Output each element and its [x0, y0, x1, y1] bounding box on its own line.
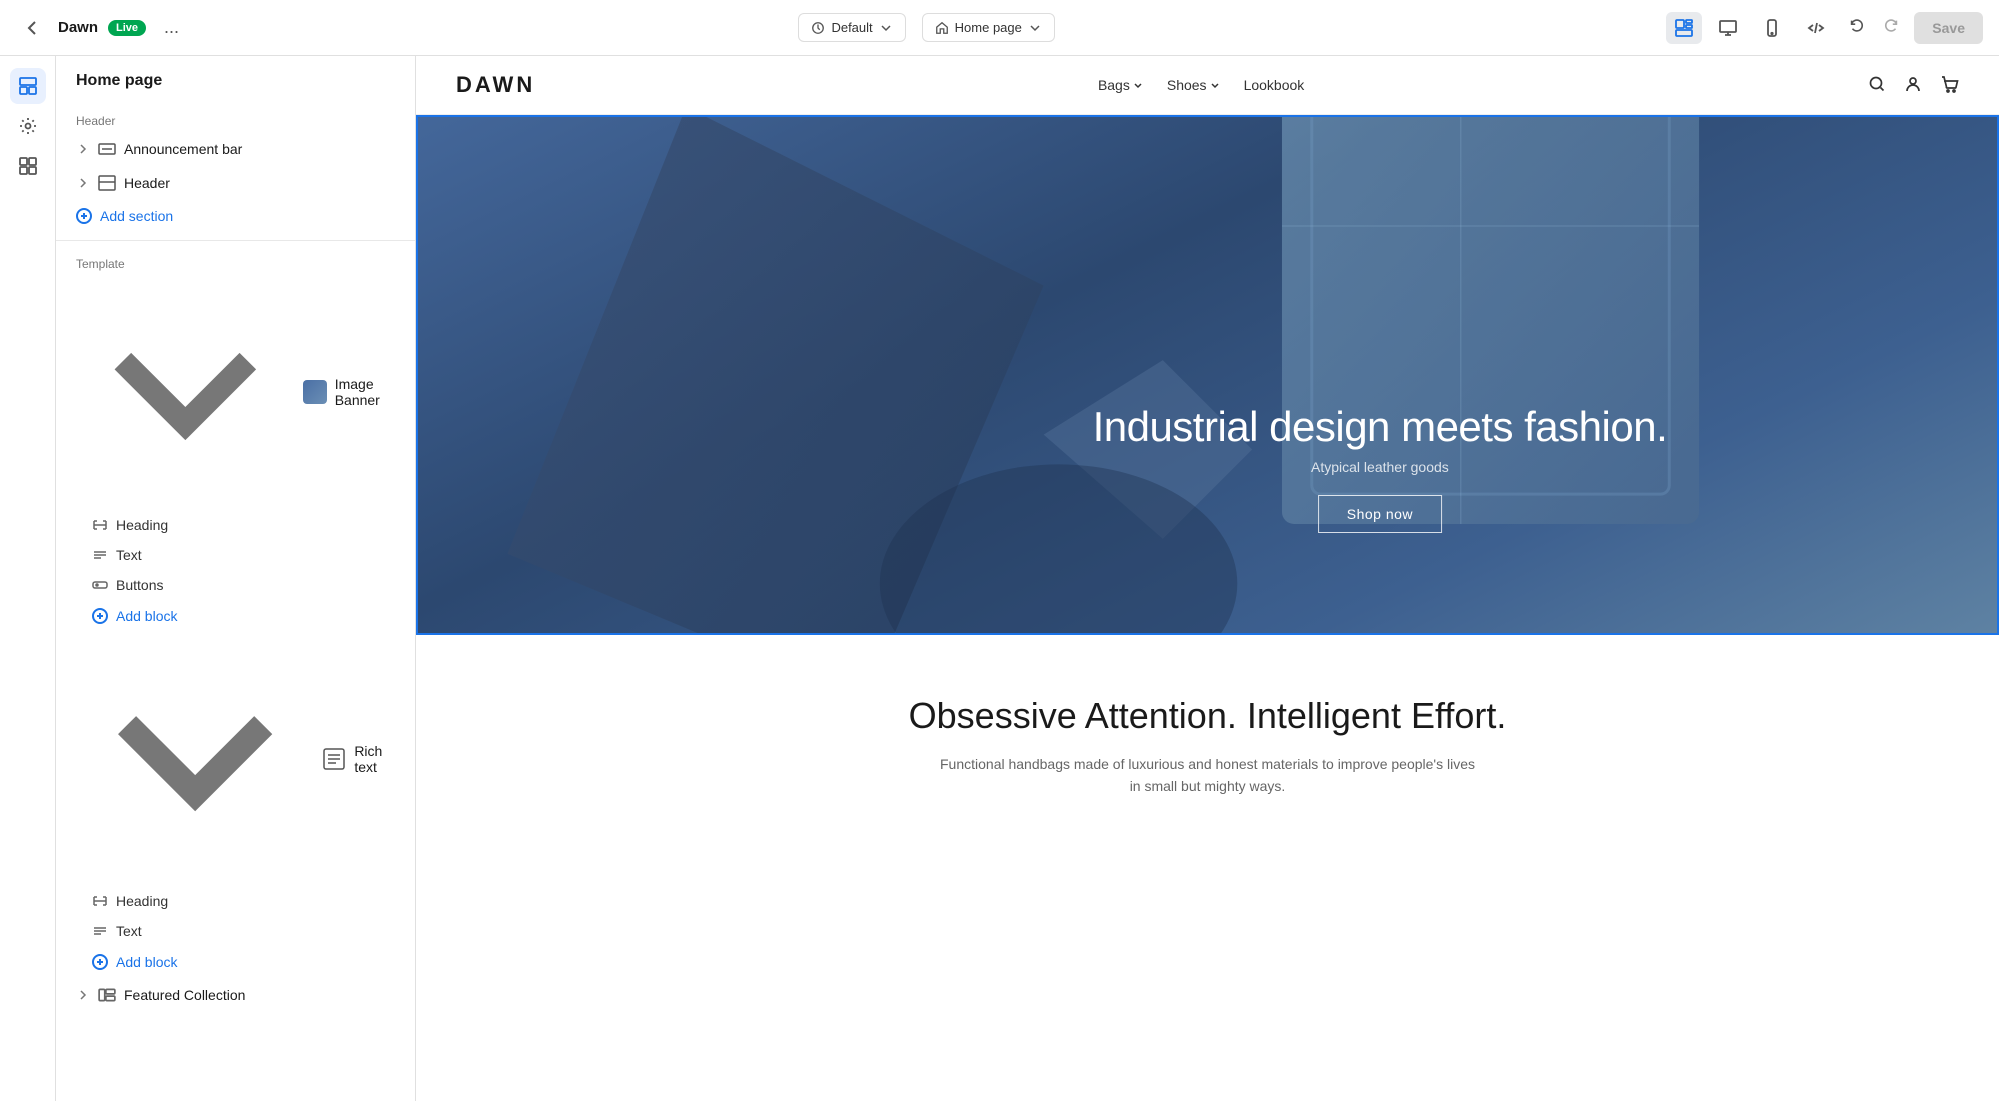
homepage-label: Home page — [955, 20, 1022, 35]
account-button[interactable] — [1903, 74, 1923, 97]
announcement-bar-label: Announcement bar — [124, 141, 242, 157]
plus-circle-icon-3 — [92, 954, 108, 970]
sidebar-item-heading-2[interactable]: Heading — [56, 886, 415, 916]
image-banner-thumb — [303, 380, 327, 404]
search-button[interactable] — [1867, 74, 1887, 97]
text-icon-1 — [92, 547, 108, 563]
sidebar-title: Home page — [56, 72, 415, 106]
add-block-1-button[interactable]: Add block — [56, 600, 415, 632]
chevron-down-shoes-icon — [1210, 80, 1220, 90]
icon-nav — [0, 56, 56, 1101]
desktop-view-button[interactable] — [1710, 12, 1746, 44]
chevron-down-icon — [76, 283, 295, 502]
hero-background: Industrial design meets fashion. Atypica… — [418, 117, 1997, 633]
chevron-right-icon-3 — [76, 988, 90, 1002]
topbar-left: Dawn Live ... — [16, 12, 187, 44]
sidebar: Home page Header Announcement bar Header… — [56, 56, 416, 1101]
cart-button[interactable] — [1939, 74, 1959, 97]
live-badge: Live — [108, 20, 146, 36]
sidebar-item-buttons-1[interactable]: Buttons — [56, 570, 415, 600]
announcement-bar-icon — [98, 140, 116, 158]
sidebar-item-rich-text[interactable]: Rich text — [56, 632, 415, 886]
sidebar-item-announcement-bar[interactable]: Announcement bar — [56, 132, 415, 166]
more-options-button[interactable]: ... — [156, 13, 187, 42]
sidebar-item-text-1[interactable]: Text — [56, 540, 415, 570]
heading-1-label: Heading — [116, 517, 168, 533]
buttons-icon — [92, 577, 108, 593]
header-section-label: Header — [56, 106, 415, 132]
store-nav-links: Bags Shoes Lookbook — [1098, 77, 1304, 93]
nav-apps-button[interactable] — [10, 148, 46, 184]
divider-1 — [56, 240, 415, 241]
image-banner-label: Image Banner — [335, 376, 395, 408]
back-button[interactable] — [16, 12, 48, 44]
nav-link-bags[interactable]: Bags — [1098, 77, 1143, 93]
topbar-center: Default Home page — [798, 13, 1054, 42]
rich-text-body: Functional handbags made of luxurious an… — [938, 753, 1478, 798]
chevron-right-icon — [76, 142, 90, 156]
text-1-label: Text — [116, 547, 142, 563]
homepage-dropdown[interactable]: Home page — [922, 13, 1055, 42]
collection-icon — [98, 986, 116, 1004]
sidebar-item-heading-1[interactable]: Heading — [56, 510, 415, 540]
undo-redo-group — [1842, 11, 1906, 44]
store-name: Dawn — [58, 19, 98, 36]
mobile-view-button[interactable] — [1754, 12, 1790, 44]
nav-sections-button[interactable] — [10, 68, 46, 104]
add-section-header-button[interactable]: Add section — [56, 200, 415, 232]
topbar-right: Save — [1666, 11, 1983, 44]
save-button[interactable]: Save — [1914, 12, 1983, 44]
add-block-1-label: Add block — [116, 608, 177, 624]
nav-link-shoes[interactable]: Shoes — [1167, 77, 1220, 93]
undo-button[interactable] — [1842, 11, 1872, 44]
text-heading-icon-2 — [92, 893, 108, 909]
code-view-button[interactable] — [1798, 12, 1834, 44]
heading-2-label: Heading — [116, 893, 168, 909]
header-label: Header — [124, 175, 170, 191]
sidebar-item-featured-collection[interactable]: Featured Collection — [56, 978, 415, 1012]
default-dropdown[interactable]: Default — [798, 13, 905, 42]
text-2-label: Text — [116, 923, 142, 939]
hero-headline: Industrial design meets fashion. — [1093, 403, 1668, 451]
nav-settings-button[interactable] — [10, 108, 46, 144]
store-nav: DAWN Bags Shoes Lookbook — [416, 56, 1999, 115]
hero-content: Industrial design meets fashion. Atypica… — [1093, 403, 1668, 533]
select-view-button[interactable] — [1666, 12, 1702, 44]
chevron-down-bags-icon — [1133, 80, 1143, 90]
plus-circle-icon-2 — [92, 608, 108, 624]
add-block-2-label: Add block — [116, 954, 177, 970]
hero-section: Industrial design meets fashion. Atypica… — [416, 115, 1999, 635]
template-section-label: Template — [56, 249, 415, 275]
rich-text-section: Obsessive Attention. Intelligent Effort.… — [416, 635, 1999, 858]
chevron-down-icon-2 — [76, 640, 314, 878]
store-logo: DAWN — [456, 72, 535, 98]
chevron-right-icon-2 — [76, 176, 90, 190]
redo-button[interactable] — [1876, 11, 1906, 44]
hero-svg-art — [418, 117, 1997, 633]
plus-circle-icon — [76, 208, 92, 224]
featured-collection-label: Featured Collection — [124, 987, 245, 1003]
main-preview: DAWN Bags Shoes Lookbook — [416, 56, 1999, 1101]
buttons-1-label: Buttons — [116, 577, 163, 593]
topbar: Dawn Live ... Default Home page — [0, 0, 1999, 56]
add-section-label: Add section — [100, 208, 173, 224]
text-icon-2 — [92, 923, 108, 939]
default-label: Default — [831, 20, 872, 35]
add-block-2-button[interactable]: Add block — [56, 946, 415, 978]
store-nav-icons — [1867, 74, 1959, 97]
hero-cta-button[interactable]: Shop now — [1318, 495, 1442, 533]
text-heading-icon-1 — [92, 517, 108, 533]
rich-text-label: Rich text — [354, 743, 395, 775]
sidebar-item-header[interactable]: Header — [56, 166, 415, 200]
rich-text-heading: Obsessive Attention. Intelligent Effort. — [456, 695, 1959, 737]
hero-subtext: Atypical leather goods — [1093, 459, 1668, 475]
preview-frame: DAWN Bags Shoes Lookbook — [416, 56, 1999, 1101]
header-icon — [98, 174, 116, 192]
sidebar-item-text-2[interactable]: Text — [56, 916, 415, 946]
nav-link-lookbook[interactable]: Lookbook — [1244, 77, 1305, 93]
rich-text-section-icon — [322, 747, 346, 771]
sidebar-item-image-banner[interactable]: Image Banner — [56, 275, 415, 510]
